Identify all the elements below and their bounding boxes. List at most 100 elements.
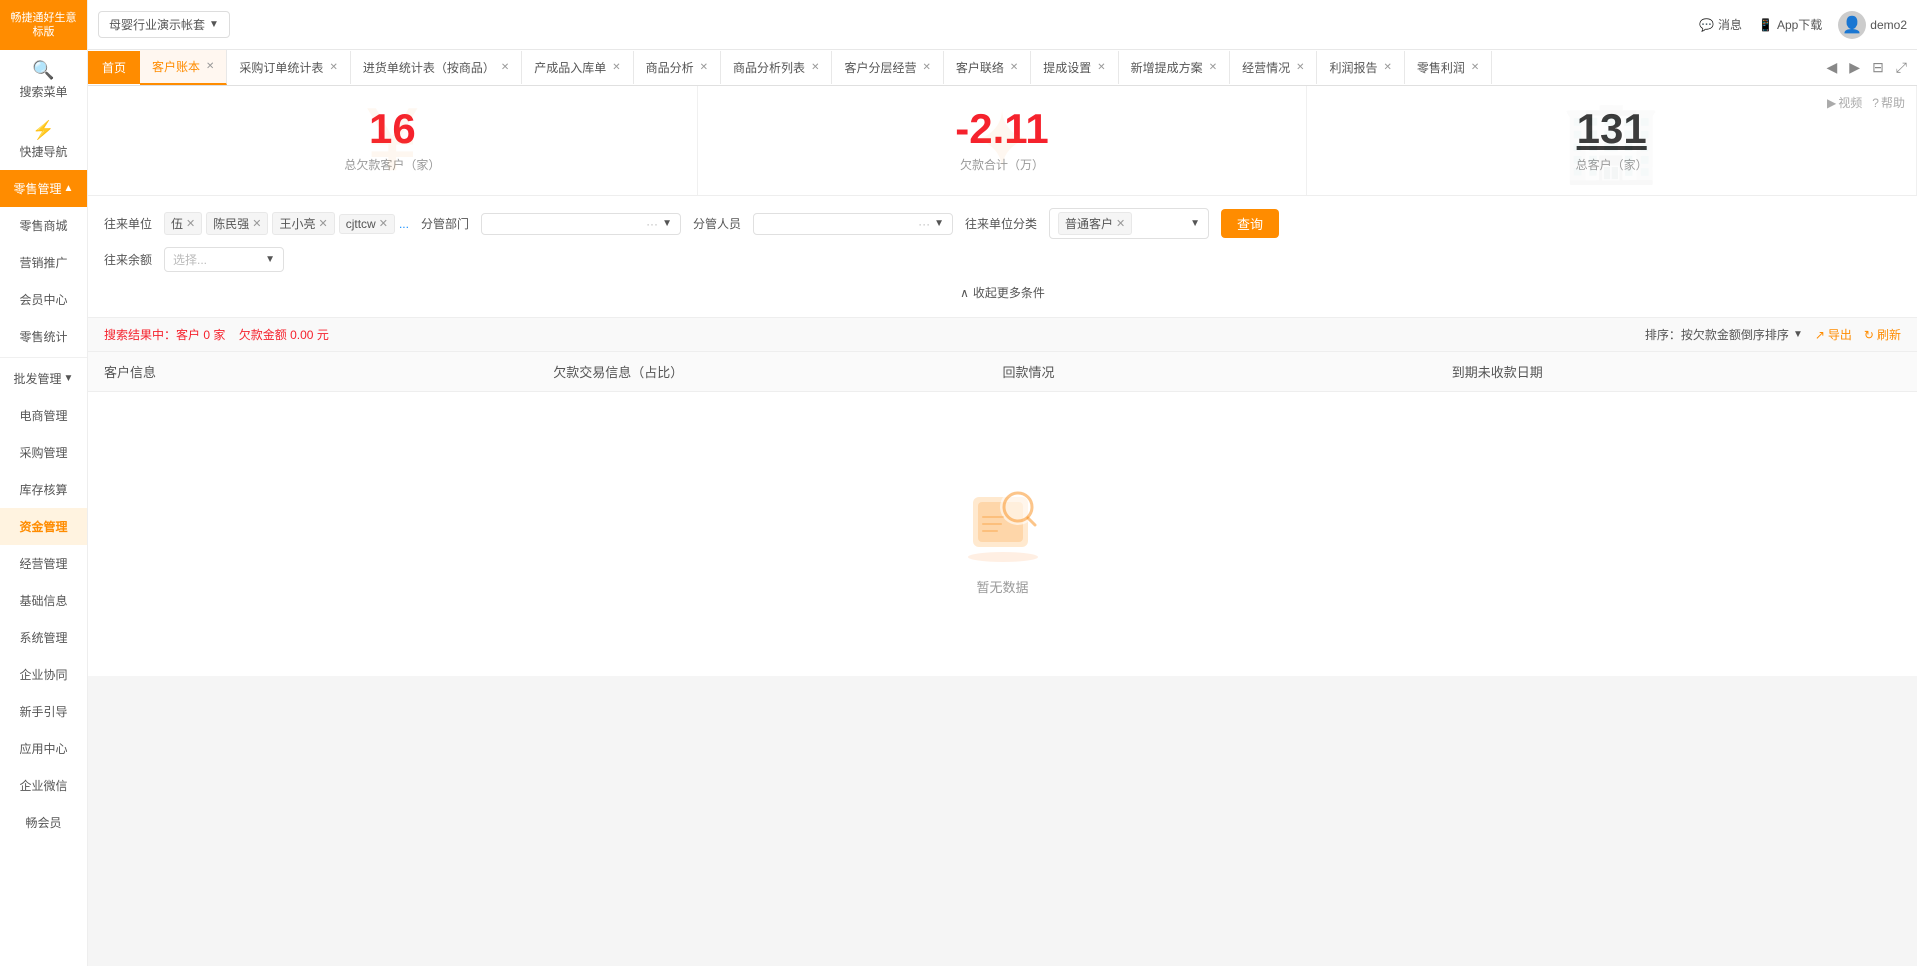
tab-produced-inbound[interactable]: 产成品入库单 ✕ <box>522 51 633 84</box>
total-debtors-label: 总欠款客户（家） <box>344 156 440 173</box>
unit-tags: 伍 ✕ 陈民强 ✕ 王小亮 ✕ cjttcw ✕ <box>164 212 409 235</box>
result-bar: 搜索结果中：客户 0 家 欠款金额 0.00 元 排序：按欠款金额倒序排序 ▼ <box>88 318 1917 352</box>
top-bar-right: 💬 消息 📱 App下载 👤 demo2 <box>1699 11 1907 39</box>
debt-amount-label: 欠款合计（万） <box>960 156 1044 173</box>
help-button[interactable]: ? 帮助 <box>1872 94 1905 111</box>
query-button[interactable]: 查询 <box>1221 209 1279 238</box>
tab-close-icon[interactable]: ✕ <box>329 62 337 73</box>
tag-wu: 伍 ✕ <box>164 212 202 235</box>
sidebar-item-enterprise-wechat[interactable]: 企业微信 <box>0 767 87 804</box>
tab-close-icon[interactable]: ✕ <box>1471 62 1479 73</box>
app-logo: 畅捷通好生意 标版 <box>0 0 87 50</box>
tab-close-icon[interactable]: ✕ <box>1010 62 1018 73</box>
sidebar-item-new-guide[interactable]: 新手引导 <box>0 693 87 730</box>
tag-normal-customer: 普通客户 ✕ <box>1058 212 1132 235</box>
refresh-button[interactable]: ↻ 刷新 <box>1864 326 1901 343</box>
stat-total-debtors: ¥ 16 总欠款客户（家） <box>88 86 698 195</box>
tag-close-chen[interactable]: ✕ <box>252 217 261 230</box>
tab-product-analysis-list[interactable]: 商品分析列表 ✕ <box>721 51 832 84</box>
sidebar-item-basic-info[interactable]: 基础信息 <box>0 582 87 619</box>
filter-more-button[interactable]: ... <box>399 217 409 231</box>
sidebar-item-enterprise-collab[interactable]: 企业协同 <box>0 656 87 693</box>
collapse-button[interactable]: ∧ 收起更多条件 <box>104 280 1901 305</box>
sidebar-item-members[interactable]: 会员中心 <box>0 281 87 318</box>
sidebar-item-app-center[interactable]: 应用中心 <box>0 730 87 767</box>
sidebar-item-system[interactable]: 系统管理 <box>0 619 87 656</box>
chevron-down-icon: ▼ <box>1190 218 1200 229</box>
tab-commission-settings[interactable]: 提成设置 ✕ <box>1031 51 1118 84</box>
chevron-up-icon: ∧ <box>960 286 969 300</box>
tab-inventory-stats-product[interactable]: 进货单统计表（按商品） ✕ <box>351 51 522 84</box>
dept-label: 分管部门 <box>421 215 469 232</box>
tab-close-icon[interactable]: ✕ <box>206 61 214 72</box>
tag-close-cjttcw[interactable]: ✕ <box>379 217 388 230</box>
tab-add-commission[interactable]: 新增提成方案 ✕ <box>1119 51 1230 84</box>
sidebar-item-retail[interactable]: 零售管理 ▲ <box>0 170 87 207</box>
category-select[interactable]: 普通客户 ✕ ▼ <box>1049 208 1209 239</box>
person-select[interactable]: ··· ▼ <box>753 213 953 235</box>
message-button[interactable]: 💬 消息 <box>1699 16 1742 33</box>
result-info: 搜索结果中：客户 0 家 欠款金额 0.00 元 <box>104 326 329 343</box>
sort-selector[interactable]: 排序：按欠款金额倒序排序 ▼ <box>1645 326 1803 343</box>
debt-amount-value: -2.11 <box>955 108 1048 150</box>
sidebar-item-purchase[interactable]: 采购管理 <box>0 434 87 471</box>
tab-close-icon[interactable]: ✕ <box>612 62 620 73</box>
tab-home[interactable]: 首页 <box>88 51 140 84</box>
tag-close-normal[interactable]: ✕ <box>1116 217 1125 230</box>
tab-close-icon[interactable]: ✕ <box>922 62 930 73</box>
sidebar-item-operations[interactable]: 经营管理 <box>0 545 87 582</box>
sidebar-item-marketing[interactable]: 营销推广 <box>0 244 87 281</box>
tab-close-icon[interactable]: ✕ <box>700 62 708 73</box>
balance-select[interactable]: 选择... ▼ <box>164 247 284 272</box>
tab-customer-tier[interactable]: 客户分层经营 ✕ <box>832 51 943 84</box>
filter-row-2: 往来余额 选择... ▼ <box>104 247 1901 272</box>
tab-close-icon[interactable]: ✕ <box>1384 62 1392 73</box>
sidebar-item-member-club[interactable]: 畅会员 <box>0 804 87 841</box>
col-due-date: 到期未收款日期 <box>1452 362 1901 381</box>
col-debt-info: 欠款交易信息（占比） <box>553 362 1002 381</box>
result-actions: 排序：按欠款金额倒序排序 ▼ ↗ 导出 ↻ 刷新 <box>1645 326 1901 343</box>
tab-fullscreen-icon[interactable]: ⤢ <box>1892 57 1911 78</box>
company-selector[interactable]: 母婴行业演示帐套 ▼ <box>98 11 230 38</box>
tab-retail-profit[interactable]: 零售利润 ✕ <box>1405 51 1492 84</box>
export-button[interactable]: ↗ 导出 <box>1815 326 1852 343</box>
filter-row-1: 往来单位 伍 ✕ 陈民强 ✕ 王小亮 ✕ <box>104 208 1901 239</box>
sidebar-item-retail-stats[interactable]: 零售统计 <box>0 318 87 355</box>
sidebar-item-wholesale[interactable]: 批发管理 ▼ <box>0 360 87 397</box>
company-name: 母婴行业演示帐套 <box>109 16 205 33</box>
tab-scroll-right-icon[interactable]: ▶ <box>1845 57 1864 78</box>
tab-purchase-order-stats[interactable]: 采购订单统计表 ✕ <box>227 51 350 84</box>
tab-close-icon[interactable]: ✕ <box>1097 62 1105 73</box>
avatar: 👤 <box>1838 11 1866 39</box>
content-area: ¥ 16 总欠款客户（家） ✦ -2.11 欠款合计（万） 🏢 131 总客户（… <box>88 86 1917 966</box>
total-customers-value: 131 <box>1577 108 1647 150</box>
tab-close-icon[interactable]: ✕ <box>1209 62 1217 73</box>
sidebar-item-retail-mall[interactable]: 零售商城 <box>0 207 87 244</box>
tab-close-icon[interactable]: ✕ <box>811 62 819 73</box>
tag-close-wang[interactable]: ✕ <box>319 217 328 230</box>
tab-scroll-left-icon[interactable]: ◀ <box>1823 57 1842 78</box>
tab-profit-report[interactable]: 利润报告 ✕ <box>1317 51 1404 84</box>
sidebar-item-quick-nav[interactable]: ⚡ 快捷导航 <box>0 110 87 170</box>
video-help-button[interactable]: ▶ 视频 <box>1827 94 1862 111</box>
tag-close-wu[interactable]: ✕ <box>186 217 195 230</box>
app-download-button[interactable]: 📱 App下载 <box>1758 16 1822 33</box>
stat-help-area: ▶ 视频 ? 帮助 <box>1827 94 1905 111</box>
tab-close-icon[interactable]: ✕ <box>1296 62 1304 73</box>
tab-menu-icon[interactable]: ⊟ <box>1868 57 1888 78</box>
tab-business-overview[interactable]: 经营情况 ✕ <box>1230 51 1317 84</box>
sidebar-item-finance[interactable]: 资金管理 <box>0 508 87 545</box>
filter-area: 往来单位 伍 ✕ 陈民强 ✕ 王小亮 ✕ <box>88 196 1917 318</box>
empty-text: 暂无数据 <box>976 577 1028 596</box>
tab-product-analysis[interactable]: 商品分析 ✕ <box>634 51 721 84</box>
chevron-down-icon: ▼ <box>265 254 275 265</box>
sidebar-item-inventory[interactable]: 库存核算 <box>0 471 87 508</box>
tab-customer-ledger[interactable]: 客户账本 ✕ <box>140 50 227 85</box>
dept-select[interactable]: ··· ▼ <box>481 213 681 235</box>
top-bar: 母婴行业演示帐套 ▼ 💬 消息 📱 App下载 👤 demo2 <box>88 0 1917 50</box>
user-menu[interactable]: 👤 demo2 <box>1838 11 1907 39</box>
sidebar-item-ecommerce[interactable]: 电商管理 <box>0 397 87 434</box>
sidebar-item-search[interactable]: 🔍 搜索菜单 <box>0 50 87 110</box>
tab-customer-contact[interactable]: 客户联络 ✕ <box>944 51 1031 84</box>
tab-close-icon[interactable]: ✕ <box>501 62 509 73</box>
